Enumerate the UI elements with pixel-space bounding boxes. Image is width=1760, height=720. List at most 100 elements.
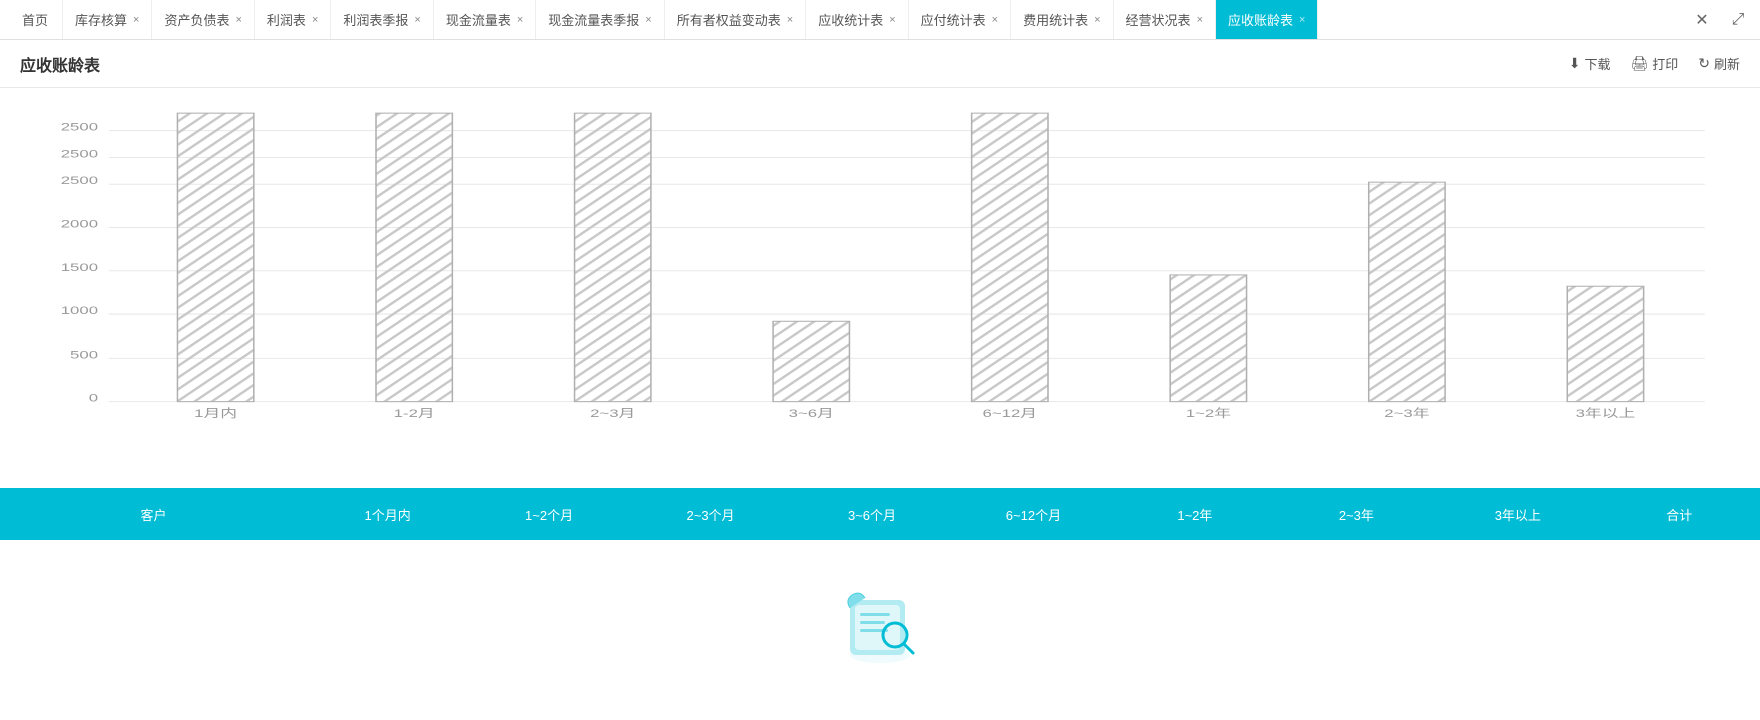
col-total: 合计 [1599,505,1760,524]
col-1-2year-label: 1~2年 [1177,508,1212,523]
tab-operation-close[interactable]: × [1197,14,1203,26]
empty-state [0,540,1760,710]
x-label-1-2month: 1-2月 [394,408,435,421]
x-label-3-6month: 3~6月 [789,408,834,421]
tab-home[interactable]: 首页 [8,0,63,40]
tab-inventory-close[interactable]: × [133,14,139,26]
tab-bar-actions: ✕ ⤢ [1688,6,1752,34]
col-3-6month-label: 3~6个月 [848,508,896,523]
tab-cashflow-close[interactable]: × [517,14,523,26]
x-label-3plus-year: 3年以上 [1576,407,1636,420]
main-content: 0 500 1000 1500 2000 2500 2500 2500 [0,88,1760,720]
home-tab-label: 首页 [22,10,48,29]
page-title: 应收账龄表 [20,52,100,76]
tab-expense-close[interactable]: × [1094,14,1100,26]
refresh-button[interactable]: ↻ 刷新 [1698,54,1740,73]
tab-profit-quarterly[interactable]: 利润表季报 × [331,0,433,40]
tab-ap-stat-label: 应付统计表 [921,10,986,29]
download-button[interactable]: ⬇ 下载 [1569,54,1611,73]
tab-bar: 首页 库存核算 × 资产负债表 × 利润表 × 利润表季报 × 现金流量表 × … [0,0,1760,40]
page-header: 应收账龄表 ⬇ 下载 🖨 打印 ↻ 刷新 [0,40,1760,88]
col-1month-label: 1个月内 [365,508,411,523]
x-label-2-3year: 2~3年 [1384,407,1429,420]
x-label-2-3month: 2~3月 [590,408,635,421]
tab-ar-stat-close[interactable]: × [889,14,895,26]
tab-equity-label: 所有者权益变动表 [677,10,781,29]
bar-2-3year [1369,182,1445,401]
col-2-3month-label: 2~3个月 [687,508,735,523]
col-1-2year: 1~2年 [1114,505,1275,524]
download-label: 下载 [1584,54,1610,73]
tab-balance-sheet-close[interactable]: × [235,14,241,26]
col-6-12month-label: 6~12个月 [1006,508,1061,523]
window-close-btn[interactable]: ✕ [1688,6,1716,34]
bar-6-12month [972,113,1048,401]
tab-cashflow-quarterly-label: 现金流量表季报 [548,10,639,29]
y-label-1000: 1000 [61,305,98,318]
tab-cashflow[interactable]: 现金流量表 × [434,0,536,40]
tab-profit-label: 利润表 [267,10,306,29]
empty-icon [830,580,930,670]
tab-ar-aging-close[interactable]: × [1299,14,1305,26]
print-label: 打印 [1652,54,1678,73]
col-2-3year: 2~3年 [1276,505,1437,524]
bar-3-6month [773,321,849,401]
x-label-6-12month: 6~12月 [983,408,1038,421]
tab-inventory[interactable]: 库存核算 × [63,0,152,40]
x-label-1month: 1月内 [194,407,237,420]
y-label-2500b: 2500 [61,148,98,161]
tab-ar-aging-label: 应收账龄表 [1228,10,1293,29]
bar-1month [177,113,253,401]
bar-2-3month [575,113,651,401]
y-label-1500: 1500 [61,261,98,274]
print-button[interactable]: 🖨 打印 [1630,54,1678,73]
y-label-500: 500 [70,349,98,362]
tab-profit-quarterly-close[interactable]: × [414,14,420,26]
tab-expense[interactable]: 费用统计表 × [1011,0,1113,40]
bar-3plus-year [1567,286,1643,401]
col-1-2month-label: 1~2个月 [525,508,573,523]
col-3plus-year: 3年以上 [1437,505,1598,524]
tab-profit-close[interactable]: × [312,14,318,26]
col-3plus-year-label: 3年以上 [1495,508,1541,523]
refresh-label: 刷新 [1714,54,1740,73]
col-total-label: 合计 [1666,508,1692,523]
chart-container: 0 500 1000 1500 2000 2500 2500 2500 [40,108,1720,448]
bar-1-2month [376,113,452,401]
tab-profit[interactable]: 利润表 × [255,0,331,40]
tab-cashflow-label: 现金流量表 [446,10,511,29]
col-customer: 客户 [0,505,307,524]
table-header: 客户 1个月内 1~2个月 2~3个月 3~6个月 6~12个月 1~2年 2~… [0,488,1760,540]
window-maximize-btn[interactable]: ⤢ [1724,6,1752,34]
y-label-0: 0 [89,392,98,405]
col-1-2month: 1~2个月 [468,505,629,524]
tab-profit-quarterly-label: 利润表季报 [343,10,408,29]
tab-equity[interactable]: 所有者权益变动表 × [665,0,806,40]
tab-cashflow-quarterly-close[interactable]: × [645,14,651,26]
tab-balance-sheet[interactable]: 资产负债表 × [152,0,254,40]
tab-operation[interactable]: 经营状况表 × [1114,0,1216,40]
bar-1-2year [1170,275,1246,402]
tab-cashflow-quarterly[interactable]: 现金流量表季报 × [536,0,664,40]
col-1month: 1个月内 [307,505,468,524]
tab-ap-stat[interactable]: 应付统计表 × [909,0,1011,40]
tab-equity-close[interactable]: × [787,14,793,26]
download-icon: ⬇ [1569,55,1581,72]
col-3-6month: 3~6个月 [791,505,952,524]
y-label-2500c: 2500 [61,121,98,134]
col-2-3month: 2~3个月 [630,505,791,524]
tab-ar-stat[interactable]: 应收统计表 × [806,0,908,40]
tab-inventory-label: 库存核算 [75,10,127,29]
y-label-2000: 2000 [61,218,98,231]
tab-ar-aging[interactable]: 应收账龄表 × [1216,0,1318,40]
col-2-3year-label: 2~3年 [1339,508,1374,523]
col-customer-label: 客户 [140,508,166,523]
tab-balance-sheet-label: 资产负债表 [164,10,229,29]
tab-ar-stat-label: 应收统计表 [818,10,883,29]
y-label-2500a: 2500 [61,175,98,188]
refresh-icon: ↻ [1698,55,1710,72]
tab-ap-stat-close[interactable]: × [992,14,998,26]
chart-area: 0 500 1000 1500 2000 2500 2500 2500 [0,88,1760,488]
x-label-1-2year: 1~2年 [1186,407,1231,420]
header-actions: ⬇ 下载 🖨 打印 ↻ 刷新 [1569,54,1740,73]
